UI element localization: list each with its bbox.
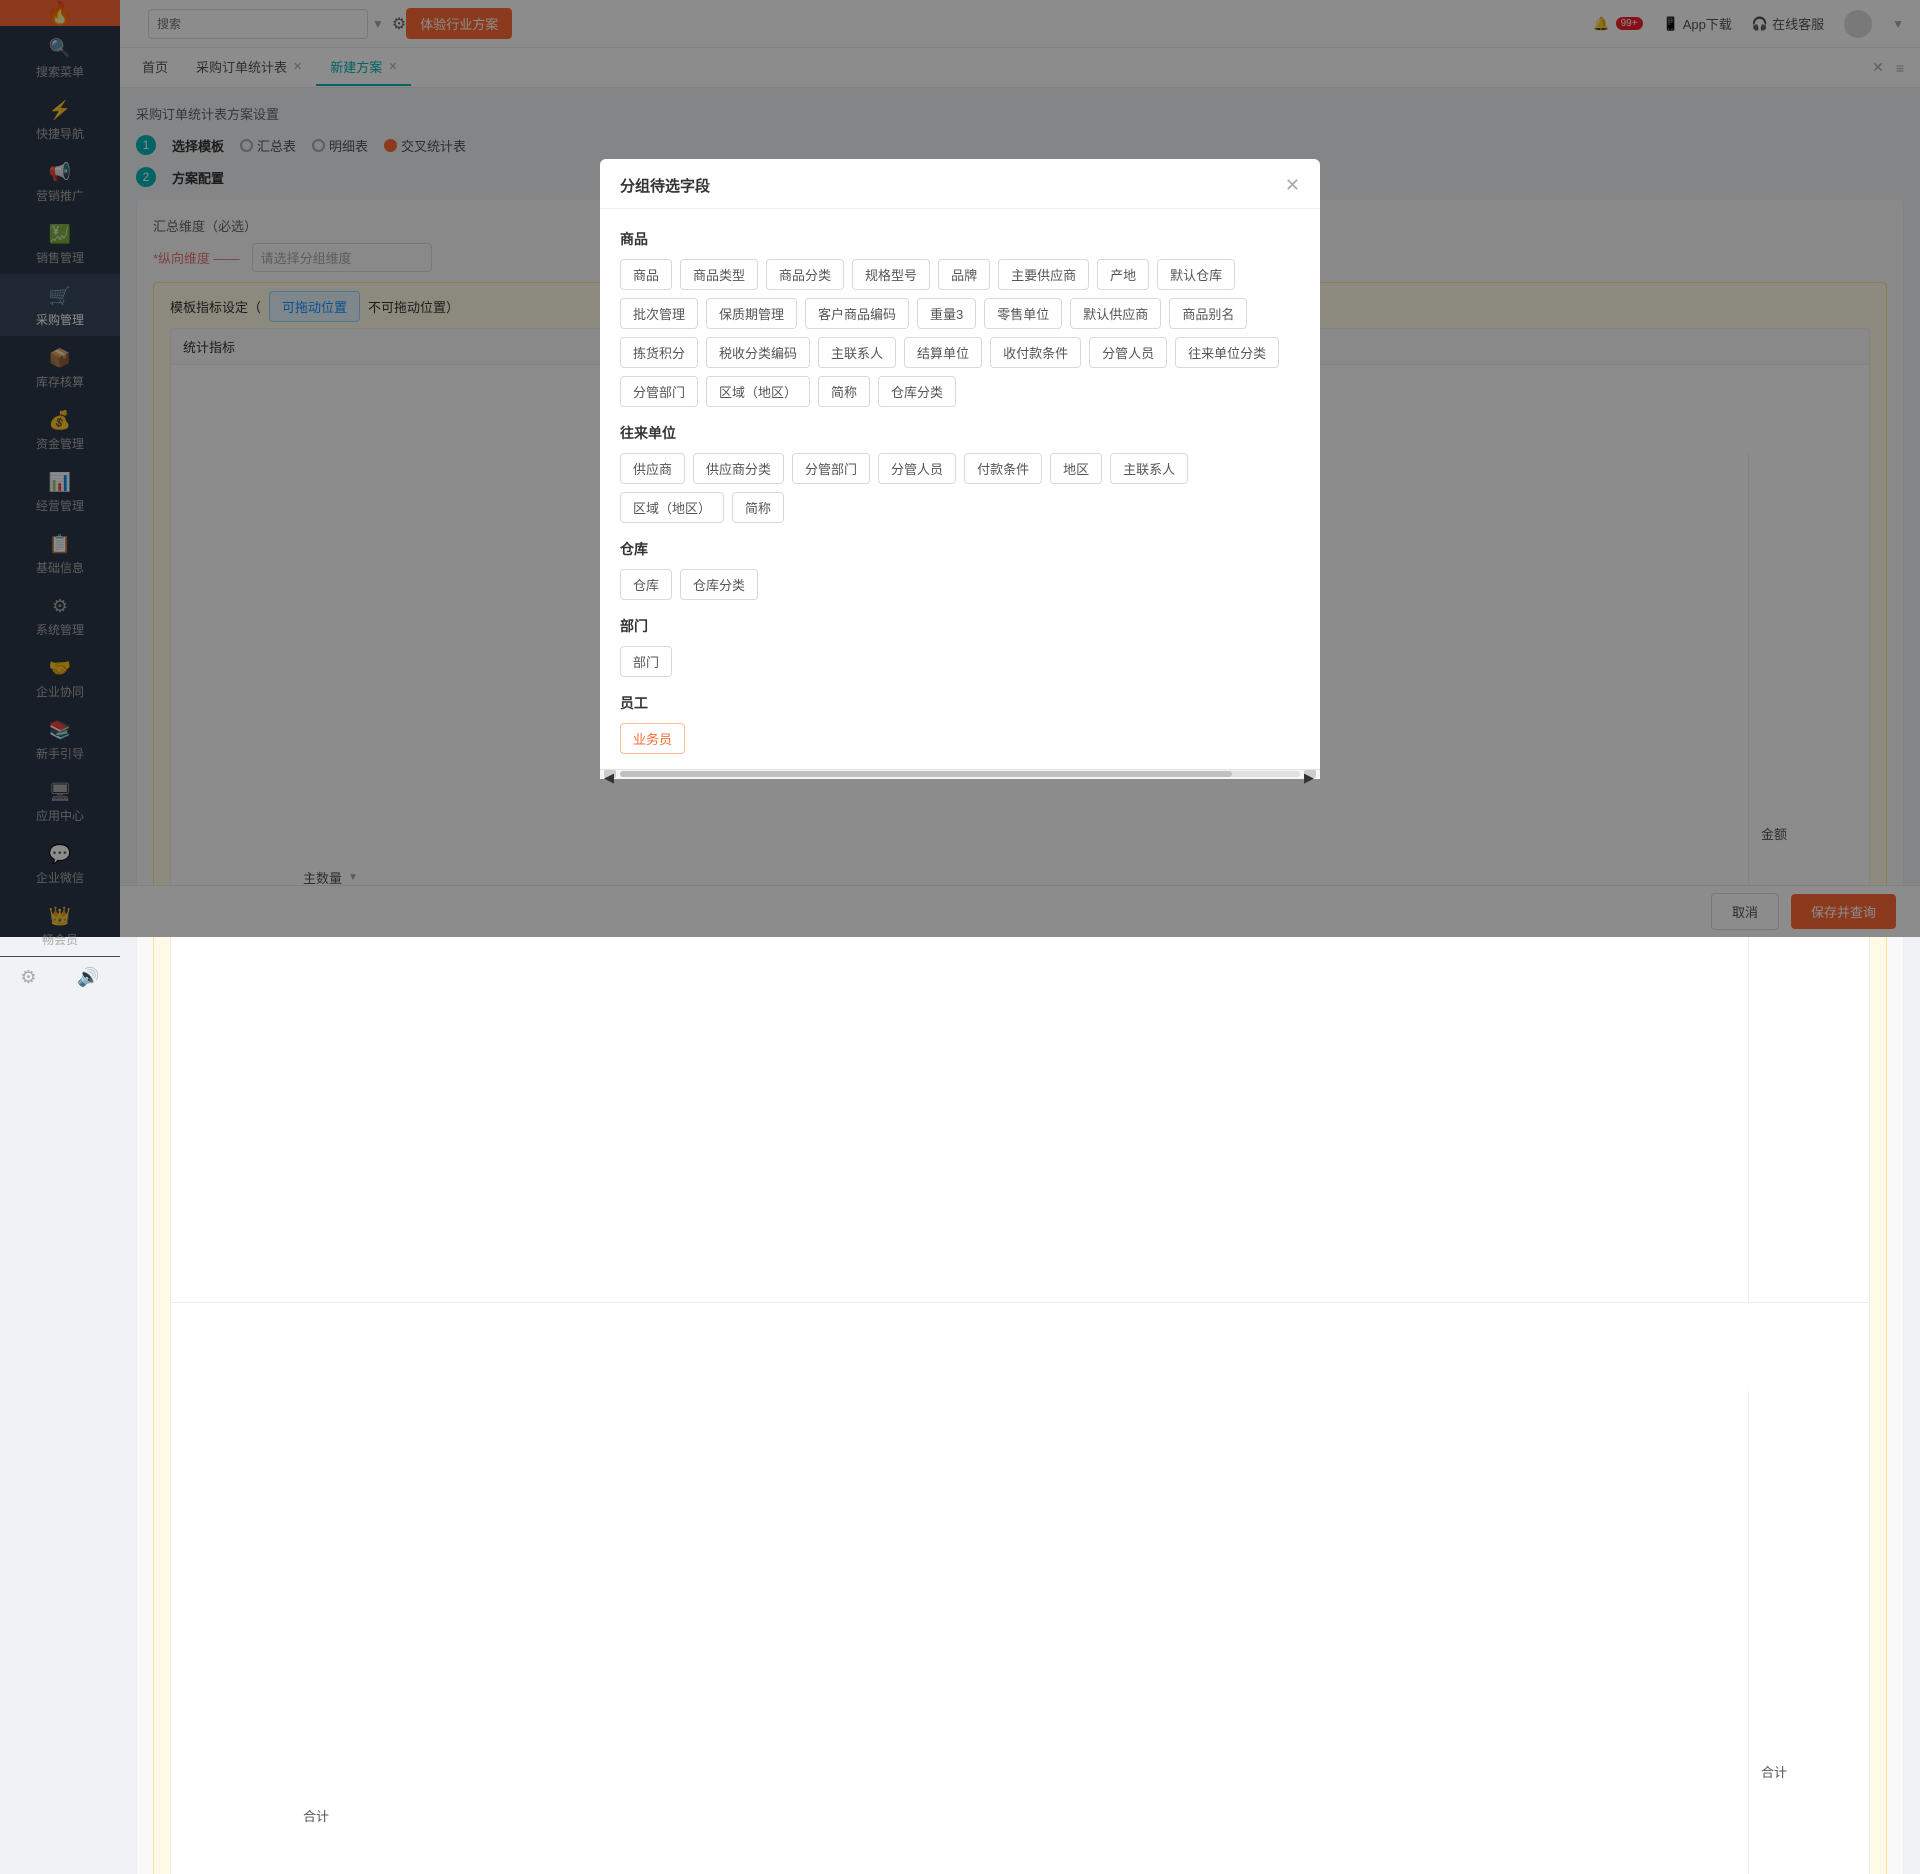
field-tag[interactable]: 分管人员 [1089,337,1167,368]
field-tag[interactable]: 商品别名 [1169,298,1247,329]
field-tag[interactable]: 分管部门 [792,453,870,484]
field-tag[interactable]: 仓库分类 [878,376,956,407]
hscroll-left[interactable]: ◀ [604,770,616,778]
hscroll-thumb [620,771,1232,777]
field-tag[interactable]: 往来单位分类 [1175,337,1279,368]
modal-overlay: 分组待选字段 ✕ 商品 商品 商品类型 商品分类 规格型号 品牌 主要供应商 产… [0,0,1920,937]
total-amount-label: 合计 [1761,1765,1787,1780]
modal-body[interactable]: 商品 商品 商品类型 商品分类 规格型号 品牌 主要供应商 产地 默认仓库 批次… [600,209,1320,769]
field-tag[interactable]: 供应商分类 [693,453,784,484]
hscroll-track [620,771,1300,777]
field-tag[interactable]: 区域（地区） [706,376,810,407]
field-tag[interactable]: 默认供应商 [1070,298,1161,329]
field-tag[interactable]: 结算单位 [904,337,982,368]
field-tag[interactable]: 批次管理 [620,298,698,329]
field-tag[interactable]: 分管部门 [620,376,698,407]
field-grid-warehouse: 仓库 仓库分类 [620,569,1300,600]
hscroll-right[interactable]: ▶ [1304,770,1316,778]
field-tag[interactable]: 产地 [1097,259,1149,290]
field-grid-staff: 业务员 [620,723,1300,754]
field-tag[interactable]: 主联系人 [818,337,896,368]
field-tag[interactable]: 主要供应商 [998,259,1089,290]
field-tag[interactable]: 区域（地区） [620,492,724,523]
total-col: 合计 [291,1391,1749,1874]
field-tag[interactable]: 零售单位 [984,298,1062,329]
field-grid-goods: 商品 商品类型 商品分类 规格型号 品牌 主要供应商 产地 默认仓库 批次管理 … [620,259,1300,407]
modal-dialog: 分组待选字段 ✕ 商品 商品 商品类型 商品分类 规格型号 品牌 主要供应商 产… [600,159,1320,779]
field-tag[interactable]: 默认仓库 [1157,259,1235,290]
field-tag[interactable]: 拣货积分 [620,337,698,368]
field-tag[interactable]: 保质期管理 [706,298,797,329]
field-tag[interactable]: 规格型号 [852,259,930,290]
field-tag[interactable]: 收付款条件 [990,337,1081,368]
section-title-warehouse: 仓库 [620,539,1300,559]
field-tag[interactable]: 简称 [732,492,784,523]
field-tag[interactable]: 主联系人 [1110,453,1188,484]
modal-hscroll[interactable]: ◀ ▶ [600,769,1320,779]
section-title-goods: 商品 [620,229,1300,249]
field-tag-selected[interactable]: 业务员 [620,723,685,754]
stat-table-row2: 合计 合计 [171,1303,1869,1874]
modal-close-button[interactable]: ✕ [1285,175,1300,196]
field-tag[interactable]: 商品 [620,259,672,290]
field-tag[interactable]: 仓库分类 [680,569,758,600]
field-tag[interactable]: 地区 [1050,453,1102,484]
field-tag[interactable]: 简称 [818,376,870,407]
field-tag[interactable]: 仓库 [620,569,672,600]
field-tag[interactable]: 重量3 [917,298,976,329]
field-grid-dept: 部门 [620,646,1300,677]
section-title-partners: 往来单位 [620,423,1300,443]
modal-title: 分组待选字段 [620,175,710,196]
field-tag[interactable]: 分管人员 [878,453,956,484]
field-tag[interactable]: 付款条件 [964,453,1042,484]
total-amount-col: 合计 [1749,1754,1869,1789]
field-tag[interactable]: 税收分类编码 [706,337,810,368]
field-tag[interactable]: 商品分类 [766,259,844,290]
field-tag[interactable]: 供应商 [620,453,685,484]
section-title-dept: 部门 [620,616,1300,636]
field-tag[interactable]: 客户商品编码 [805,298,909,329]
field-tag[interactable]: 品牌 [938,259,990,290]
total-label: 合计 [303,1806,329,1825]
field-grid-partners: 供应商 供应商分类 分管部门 分管人员 付款条件 地区 主联系人 区域（地区） … [620,453,1300,523]
section-title-staff: 员工 [620,693,1300,713]
field-tag[interactable]: 商品类型 [680,259,758,290]
field-tag[interactable]: 部门 [620,646,672,677]
modal-header: 分组待选字段 ✕ [600,159,1320,209]
